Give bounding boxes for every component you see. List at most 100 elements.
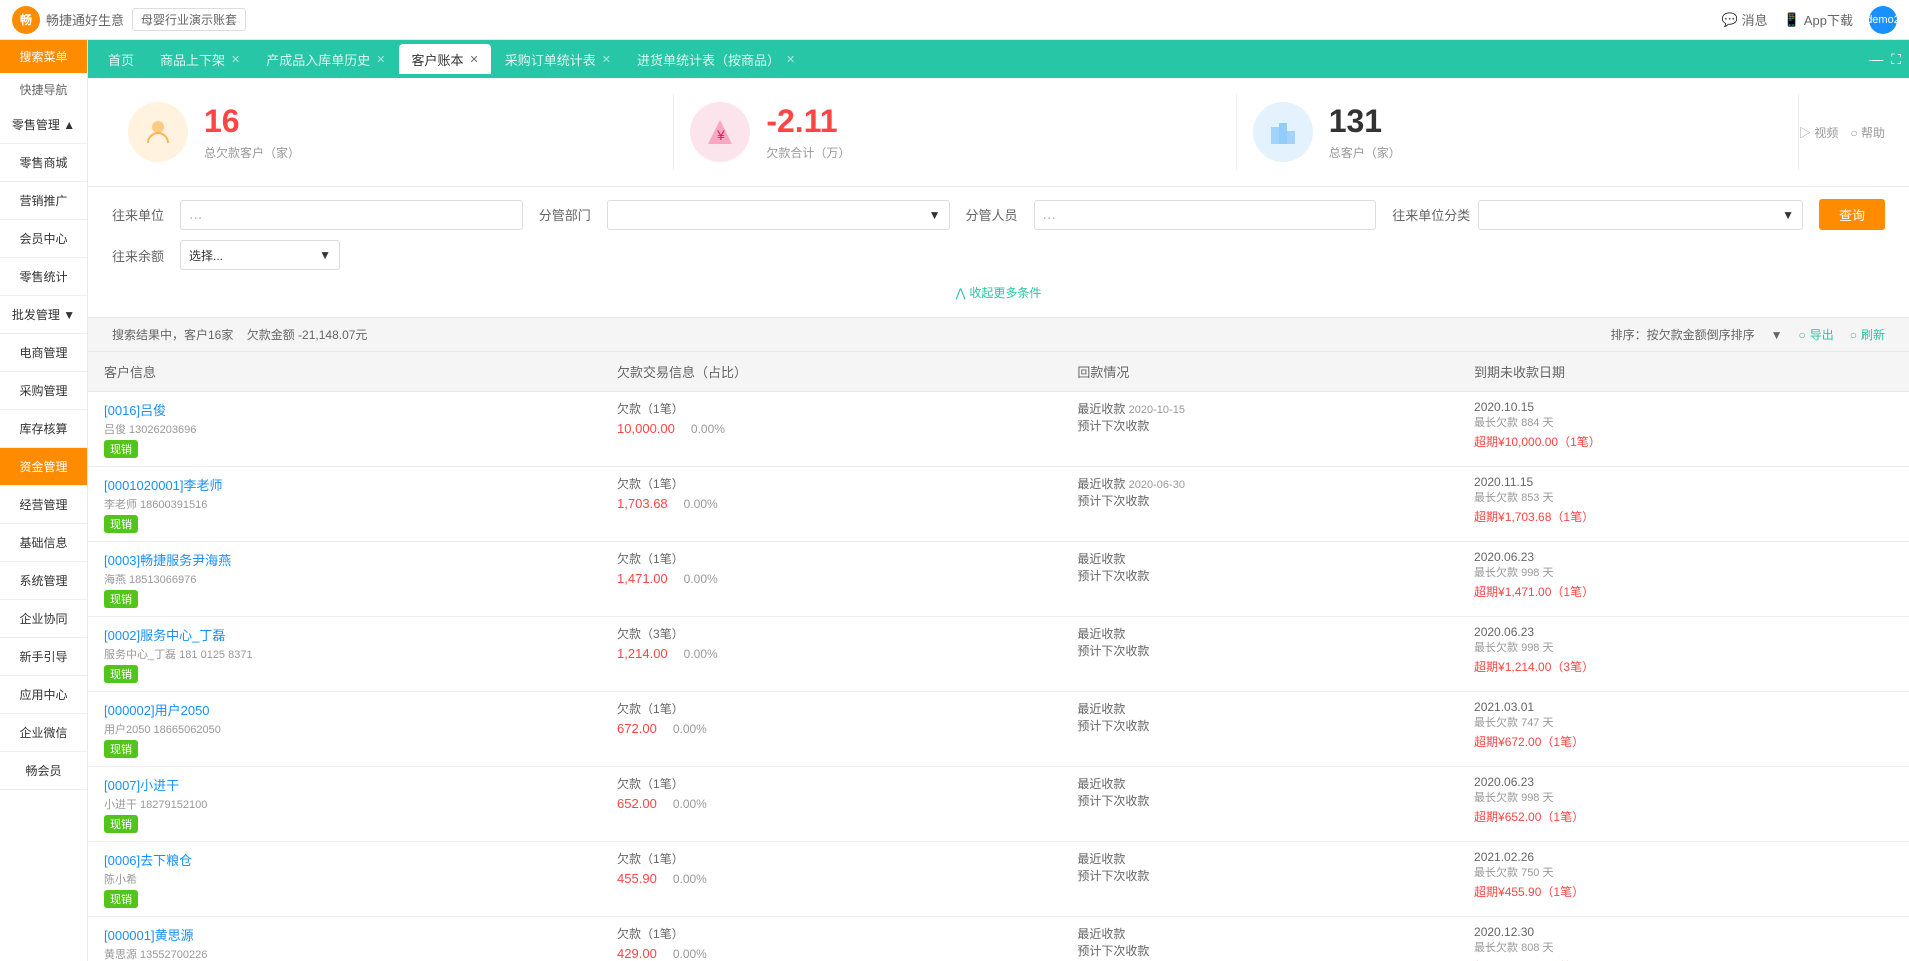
overdue-days: 最长欠款 884 天 xyxy=(1474,414,1893,430)
sidebar-item-basic-info[interactable]: 基础信息 xyxy=(0,524,87,562)
stats-top-right: ▷ 视频 ○ 帮助 xyxy=(1799,94,1885,170)
customer-name-link[interactable]: [0001020001]李老师 xyxy=(104,475,585,494)
quick-nav-btn[interactable]: 快捷导航 xyxy=(0,73,87,106)
owe-row: 652.00 0.00% xyxy=(617,796,1045,811)
cell-customer-info: [0002]服务中心_丁磊 服务中心_丁磊 181 0125 8371 现销 xyxy=(88,617,601,692)
sidebar-item-retail-store[interactable]: 零售商城 xyxy=(0,144,87,182)
overdue-amount-link[interactable]: 超期¥455.90（1笔） xyxy=(1474,883,1893,900)
close-tab-customer-account[interactable]: ✕ xyxy=(470,53,479,66)
tab-product-shelf[interactable]: 商品上下架 ✕ xyxy=(148,44,252,74)
download-btn[interactable]: 📱 App下载 xyxy=(1784,10,1853,29)
sidebar-item-finance[interactable]: 资金管理 xyxy=(0,448,87,486)
last-payment-label: 最近收款 xyxy=(1077,702,1125,716)
sidebar-item-operations[interactable]: 经营管理 xyxy=(0,486,87,524)
close-tab-purchase-stats[interactable]: ✕ xyxy=(602,53,611,66)
recover-last: 最近收款 xyxy=(1077,775,1442,792)
person-input[interactable]: ... xyxy=(1034,200,1377,230)
sidebar-item-app-center[interactable]: 应用中心 xyxy=(0,676,87,714)
customer-name-link[interactable]: [0002]服务中心_丁磊 xyxy=(104,625,585,644)
help-btn[interactable]: ○ 帮助 xyxy=(1850,124,1885,141)
next-payment-label: 预计下次收款 xyxy=(1077,494,1149,508)
from-unit-input[interactable]: ... xyxy=(180,200,523,230)
from-unit-dots: ... xyxy=(189,206,202,224)
close-tab-product-history[interactable]: ✕ xyxy=(376,53,385,66)
sidebar-item-enterprise-collab[interactable]: 企业协同 xyxy=(0,600,87,638)
export-btn[interactable]: ○ 导出 xyxy=(1798,326,1833,343)
overdue-amount-link[interactable]: 超期¥1,214.00（3笔） xyxy=(1474,658,1893,675)
tab-customer-account[interactable]: 客户账本 ✕ xyxy=(399,44,490,74)
sidebar-item-retail-stats[interactable]: 零售统计 xyxy=(0,258,87,296)
owe-row: 455.90 0.00% xyxy=(617,871,1045,886)
unit-class-select[interactable]: ▼ xyxy=(1478,200,1803,230)
sidebar-item-enterprise-wechat[interactable]: 企业微信 xyxy=(0,714,87,752)
customer-contact: 李老师 18600391516 xyxy=(104,496,585,512)
table-header-row: 客户信息 欠款交易信息（占比） 回款情况 到期未收款日期 xyxy=(88,352,1909,392)
sidebar-item-vip[interactable]: 畅会员 xyxy=(0,752,87,790)
customer-name-link[interactable]: [0003]畅捷服务尹海燕 xyxy=(104,550,585,569)
overdue-amount-link[interactable]: 超期¥652.00（1笔） xyxy=(1474,808,1893,825)
customer-name-link[interactable]: [0007]小进干 xyxy=(104,775,585,794)
overdue-amount-link[interactable]: 超期¥1,703.68（1笔） xyxy=(1474,508,1893,525)
tab-product-shelf-label: 商品上下架 xyxy=(160,50,225,69)
table-row: [0003]畅捷服务尹海燕 海燕 18513066976 现销 欠款（1笔） 1… xyxy=(88,542,1909,617)
cell-customer-info: [0001020001]李老师 李老师 18600391516 现销 xyxy=(88,467,601,542)
message-btn[interactable]: 💬 消息 xyxy=(1721,10,1767,29)
owe-amount-value: 10,000.00 xyxy=(617,421,675,436)
stat-card-owe-total: ¥ -2.11 欠款合计（万） xyxy=(674,94,1236,170)
filter-from-unit: 往来单位 ... xyxy=(112,200,523,230)
video-icon: ▷ xyxy=(1799,126,1811,140)
due-date-value: 2020.12.30 xyxy=(1474,925,1893,939)
table-area: 客户信息 欠款交易信息（占比） 回款情况 到期未收款日期 [0016]吕俊 吕俊… xyxy=(88,352,1909,961)
recover-next: 预计下次收款 xyxy=(1077,567,1442,584)
cell-owe-info: 欠款（1笔） 10,000.00 0.00% xyxy=(601,392,1061,467)
cell-customer-info: [0003]畅捷服务尹海燕 海燕 18513066976 现销 xyxy=(88,542,601,617)
owe-percent: 0.00% xyxy=(684,572,718,586)
sidebar-item-purchase[interactable]: 采购管理 xyxy=(0,372,87,410)
recover-last: 最近收款 xyxy=(1077,925,1442,942)
collapse-btn[interactable]: ⋀ 收起更多条件 xyxy=(112,280,1885,305)
sidebar-item-wholesale[interactable]: 批发管理 ▼ xyxy=(0,296,87,334)
tab-purchase-stats[interactable]: 采购订单统计表 ✕ xyxy=(493,44,623,74)
due-date-value: 2020.10.15 xyxy=(1474,400,1893,414)
customer-name-link[interactable]: [0016]吕俊 xyxy=(104,400,585,419)
close-tab-product-shelf[interactable]: ✕ xyxy=(231,53,240,66)
tab-expand-btn[interactable]: ⛶ xyxy=(1891,51,1901,68)
tab-import-stats[interactable]: 进货单统计表（按商品） ✕ xyxy=(625,44,807,74)
overdue-amount-link[interactable]: 超期¥10,000.00（1笔） xyxy=(1474,433,1893,450)
sidebar-item-retail-mgmt[interactable]: 零售管理 ▲ xyxy=(0,106,87,144)
table-row: [000002]用户2050 用户2050 18665062050 现销 欠款（… xyxy=(88,692,1909,767)
owe-amount-value: 455.90 xyxy=(617,871,657,886)
sidebar-item-inventory[interactable]: 库存核算 xyxy=(0,410,87,448)
sidebar-item-member[interactable]: 会员中心 xyxy=(0,220,87,258)
dept-select[interactable]: ▼ xyxy=(607,200,950,230)
customer-name-link[interactable]: [000001]黄思源 xyxy=(104,925,585,944)
tab-minimize-btn[interactable]: — xyxy=(1869,51,1883,68)
user-area[interactable]: demo2 xyxy=(1869,6,1897,34)
sidebar-item-ecommerce[interactable]: 电商管理 xyxy=(0,334,87,372)
refresh-btn[interactable]: ○ 刷新 xyxy=(1850,326,1885,343)
overdue-amount-link[interactable]: 超期¥1,471.00（1笔） xyxy=(1474,583,1893,600)
video-btn[interactable]: ▷ 视频 xyxy=(1799,124,1838,141)
owe-count: 欠款（1笔） xyxy=(617,775,1045,792)
balance-select[interactable]: 选择... ▼ xyxy=(180,240,340,270)
sidebar-item-new-guide[interactable]: 新手引导 xyxy=(0,638,87,676)
sidebar-search-btn[interactable]: 搜索菜单 xyxy=(0,40,87,73)
query-btn[interactable]: 查询 xyxy=(1819,199,1885,230)
cell-recover: 最近收款 预计下次收款 xyxy=(1061,917,1458,961)
sidebar-item-system[interactable]: 系统管理 xyxy=(0,562,87,600)
overdue-days: 最长欠款 747 天 xyxy=(1474,714,1893,730)
owe-percent: 0.00% xyxy=(684,647,718,661)
customer-badge: 现销 xyxy=(104,515,138,533)
overdue-amount-link[interactable]: 超期¥672.00（1笔） xyxy=(1474,733,1893,750)
close-tab-import-stats[interactable]: ✕ xyxy=(786,53,795,66)
stat-card-total-customers: 131 总客户（家） xyxy=(1237,94,1799,170)
store-selector[interactable]: 母婴行业演示账套 xyxy=(132,8,246,31)
customer-name-link[interactable]: [0006]去下粮仓 xyxy=(104,850,585,869)
customer-name-link[interactable]: [000002]用户2050 xyxy=(104,700,585,719)
filter-unit-class: 往来单位分类 ▼ xyxy=(1392,200,1803,230)
table-row: [0007]小进干 小进干 18279152100 现销 欠款（1笔） 652.… xyxy=(88,767,1909,842)
tab-product-history[interactable]: 产成品入库单历史 ✕ xyxy=(254,44,397,74)
cell-recover: 最近收款 预计下次收款 xyxy=(1061,617,1458,692)
sidebar-item-marketing[interactable]: 营销推广 xyxy=(0,182,87,220)
tab-home[interactable]: 首页 xyxy=(96,44,146,74)
